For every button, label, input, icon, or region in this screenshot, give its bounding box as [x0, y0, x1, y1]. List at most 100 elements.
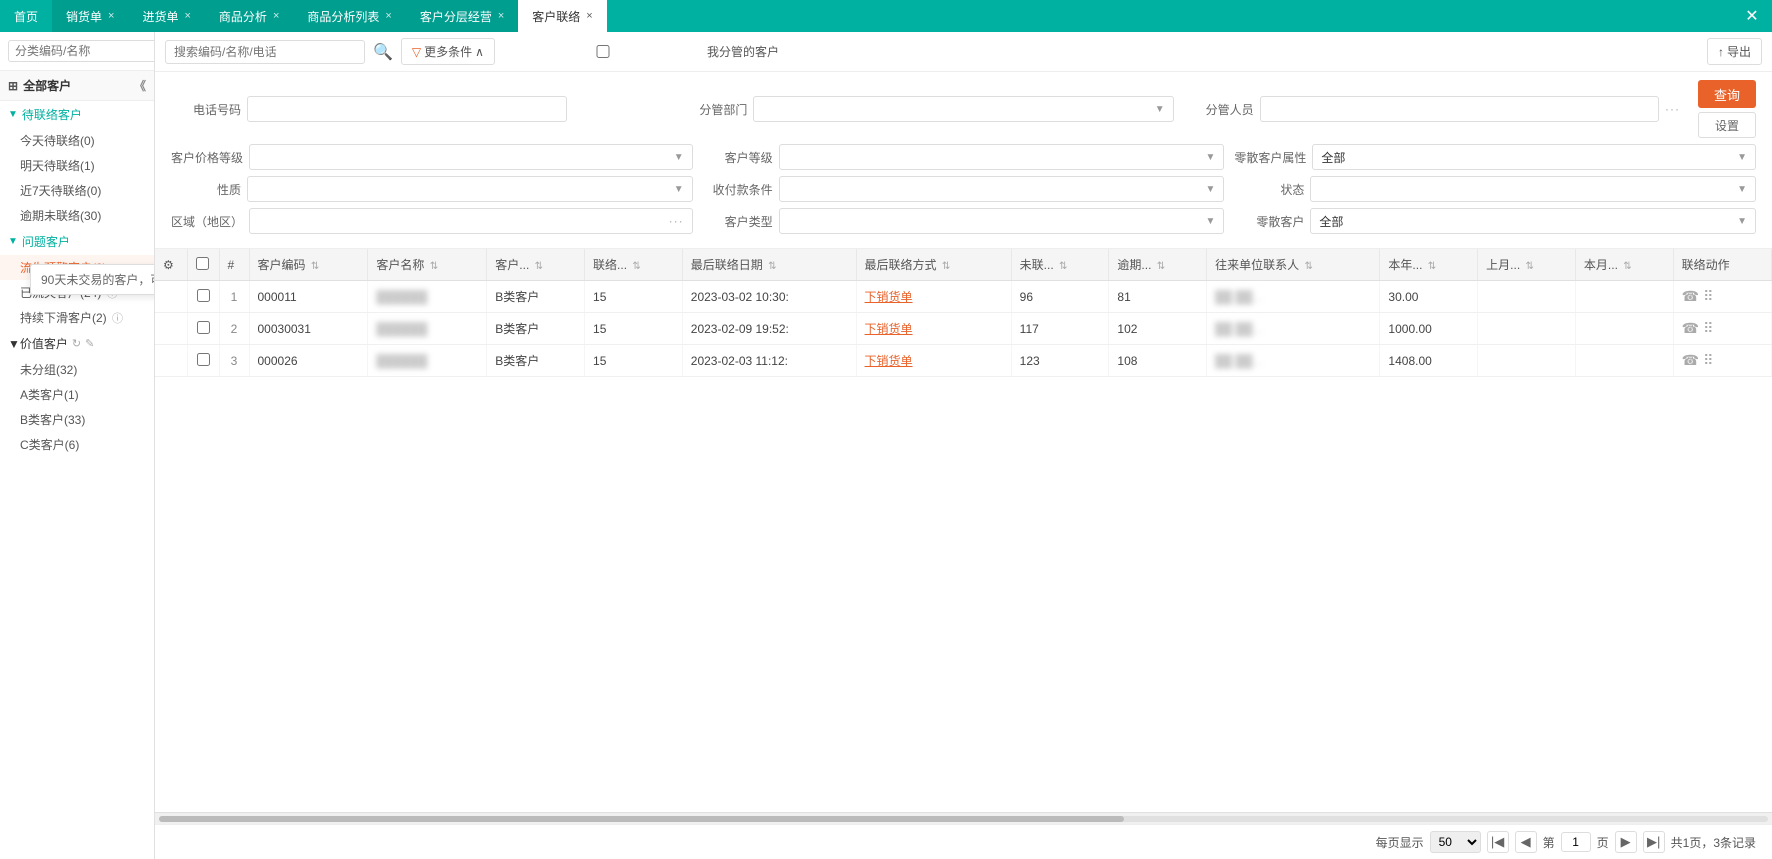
page-input[interactable]: [1561, 832, 1591, 852]
next-page-button[interactable]: ▶: [1615, 831, 1637, 853]
horizontal-scrollbar[interactable]: [155, 812, 1772, 824]
area-select[interactable]: ···: [249, 208, 693, 234]
area-dots[interactable]: ···: [669, 214, 684, 228]
sidebar-group-pending[interactable]: ▼ 待联络客户: [0, 101, 154, 128]
last-page-button[interactable]: ▶|: [1643, 831, 1665, 853]
tab-customer-connect-close[interactable]: ×: [586, 10, 592, 22]
valued-edit-icon[interactable]: ✎: [85, 337, 94, 350]
action-more-icon-1[interactable]: ⠿: [1703, 320, 1713, 337]
action-phone-icon-2[interactable]: ☎: [1682, 352, 1699, 369]
tab-purchase[interactable]: 进货单 ×: [128, 0, 204, 32]
tab-customer-tier-close[interactable]: ×: [498, 10, 504, 22]
last-method-link-2[interactable]: 下销货单: [865, 354, 913, 368]
action-more-icon-2[interactable]: ⠿: [1703, 352, 1713, 369]
sidebar-group-valued[interactable]: ▼ 价值客户 ↻ ✎: [0, 330, 154, 357]
tab-analysis[interactable]: 商品分析 ×: [205, 0, 293, 32]
select-all-checkbox[interactable]: [196, 257, 209, 270]
nature-select[interactable]: ▼: [247, 176, 693, 202]
row-code-0: 000011: [249, 281, 368, 313]
prev-page-button[interactable]: ◀: [1515, 831, 1537, 853]
window-close-button[interactable]: ✕: [1732, 0, 1772, 32]
sidebar-item-today[interactable]: 今天待联络(0): [0, 128, 154, 153]
th-code[interactable]: 客户编码 ⇅: [249, 249, 368, 281]
grade-select[interactable]: ▼: [779, 144, 1225, 170]
query-button[interactable]: 查询: [1698, 80, 1756, 108]
sidebar-item-overdue[interactable]: 逾期未联络(30): [0, 203, 154, 228]
sidebar-item-declining[interactable]: 持续下滑客户(2) ⓘ: [0, 305, 154, 330]
row-check-2[interactable]: [197, 353, 210, 366]
tab-sales[interactable]: 销货单 ×: [52, 0, 128, 32]
th-action: 联络动作: [1673, 249, 1771, 281]
payment-select[interactable]: ▼: [779, 176, 1225, 202]
sidebar-item-tomorrow-label: 明天待联络(1): [20, 159, 95, 173]
action-more-icon-0[interactable]: ⠿: [1703, 288, 1713, 305]
th-last-month[interactable]: 上月... ⇅: [1478, 249, 1576, 281]
status-select[interactable]: ▼: [1310, 176, 1756, 202]
price-grade-select[interactable]: ▼: [249, 144, 693, 170]
dept-select[interactable]: ▼: [753, 96, 1173, 122]
sidebar-item-class-c[interactable]: C类客户(6): [0, 432, 154, 457]
row-code-1: 00030031: [249, 313, 368, 345]
filter-field-price-grade: 客户价格等级 ▼: [171, 144, 693, 170]
tab-home[interactable]: 首页: [0, 0, 52, 32]
sidebar-item-tomorrow[interactable]: 明天待联络(1): [0, 153, 154, 178]
sidebar-group-at-risk[interactable]: ▼ 问题客户: [0, 228, 154, 255]
sidebar-item-class-a[interactable]: A类客户(1): [0, 382, 154, 407]
row-gear-2: [155, 345, 187, 377]
last-method-link-1[interactable]: 下销货单: [865, 322, 913, 336]
first-page-button[interactable]: |◀: [1487, 831, 1509, 853]
action-phone-icon-0[interactable]: ☎: [1682, 288, 1699, 305]
sidebar-root-header[interactable]: ⊞ 全部客户 《: [0, 71, 154, 101]
tab-customer-tier[interactable]: 客户分层经营 ×: [406, 0, 518, 32]
per-page-select[interactable]: 50 100 200: [1430, 831, 1481, 853]
tab-sales-close[interactable]: ×: [108, 10, 114, 22]
pagination-bar: 每页显示 50 100 200 |◀ ◀ 第 页 ▶ ▶| 共1页，3条记录: [155, 824, 1772, 859]
status-arrow: ▼: [1737, 184, 1747, 195]
retail-attr-select[interactable]: 全部 ▼: [1312, 144, 1756, 170]
th-gear[interactable]: ⚙: [155, 249, 187, 281]
action-phone-icon-1[interactable]: ☎: [1682, 320, 1699, 337]
sidebar-search-input[interactable]: [8, 40, 155, 62]
tab-customer-connect[interactable]: 客户联络 ×: [518, 0, 606, 32]
th-overdue[interactable]: 逾期... ⇅: [1109, 249, 1207, 281]
person-input[interactable]: [1260, 96, 1659, 122]
phone-input[interactable]: [247, 96, 567, 122]
th-this-year[interactable]: 本年... ⇅: [1380, 249, 1478, 281]
row-last-method-2[interactable]: 下销货单: [856, 345, 1011, 377]
th-last-contact-date[interactable]: 最后联络日期 ⇅: [682, 249, 856, 281]
th-last-contact-method[interactable]: 最后联络方式 ⇅: [856, 249, 1011, 281]
th-contact[interactable]: 联络... ⇅: [585, 249, 683, 281]
tab-analysis-table-close[interactable]: ×: [385, 10, 391, 22]
valued-refresh-icon[interactable]: ↻: [72, 337, 81, 350]
tab-analysis-table[interactable]: 商品分析列表 ×: [293, 0, 405, 32]
my-customers-checkbox-label[interactable]: 我分管的客户: [503, 43, 779, 60]
person-dots[interactable]: ···: [1665, 102, 1680, 116]
sidebar-item-7days[interactable]: 近7天待联络(0): [0, 178, 154, 203]
row-check-0[interactable]: [197, 289, 210, 302]
th-name[interactable]: 客户名称 ⇅: [368, 249, 487, 281]
last-method-link-0[interactable]: 下销货单: [865, 290, 913, 304]
row-check-1[interactable]: [197, 321, 210, 334]
th-unit-contact[interactable]: 往来单位联系人 ⇅: [1207, 249, 1380, 281]
more-conditions-button[interactable]: ▽ 更多条件 ∧: [401, 38, 495, 65]
search-input[interactable]: [165, 40, 365, 64]
row-last-method-1[interactable]: 下销货单: [856, 313, 1011, 345]
sidebar-collapse-icon[interactable]: 《: [134, 77, 146, 94]
settings-button[interactable]: 设置: [1698, 112, 1756, 138]
sidebar-item-unsorted[interactable]: 未分组(32): [0, 357, 154, 382]
filter-field-grade: 客户等级 ▼: [703, 144, 1225, 170]
customer-type-select[interactable]: ▼: [779, 208, 1225, 234]
search-button[interactable]: 🔍: [373, 42, 393, 62]
scrollbar-thumb[interactable]: [159, 816, 1124, 822]
retail-customer-select[interactable]: 全部 ▼: [1310, 208, 1756, 234]
tab-purchase-close[interactable]: ×: [184, 10, 190, 22]
tab-analysis-close[interactable]: ×: [273, 10, 279, 22]
th-this-month[interactable]: 本月... ⇅: [1575, 249, 1673, 281]
sidebar-item-overdue-label: 逾期未联络(30): [20, 209, 101, 223]
th-type[interactable]: 客户... ⇅: [487, 249, 585, 281]
th-uncontacted[interactable]: 未联... ⇅: [1011, 249, 1109, 281]
export-button[interactable]: ↑ 导出: [1707, 38, 1762, 65]
my-customers-checkbox[interactable]: [503, 45, 703, 58]
sidebar-item-class-b[interactable]: B类客户(33): [0, 407, 154, 432]
row-last-method-0[interactable]: 下销货单: [856, 281, 1011, 313]
